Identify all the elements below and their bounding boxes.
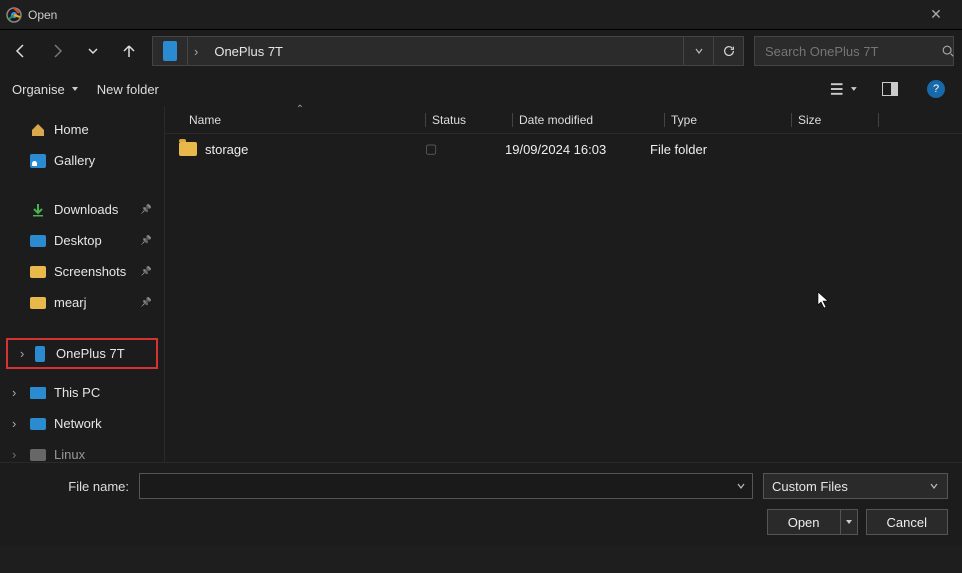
new-folder-label: New folder xyxy=(97,82,159,97)
nav-row: › OnePlus 7T xyxy=(0,30,962,72)
sidebar: Home Gallery Downloads Desktop Screensho… xyxy=(0,106,165,462)
col-date[interactable]: Date modified xyxy=(519,113,664,127)
organise-label: Organise xyxy=(12,82,65,97)
sidebar-item-desktop[interactable]: Desktop xyxy=(0,225,164,256)
open-dropdown[interactable] xyxy=(840,509,858,535)
column-headers: Name⌃ Status Date modified Type Size xyxy=(165,106,962,134)
address-segment-chevron[interactable]: › xyxy=(188,44,204,59)
filetype-label: Custom Files xyxy=(772,479,848,494)
desktop-icon xyxy=(30,233,46,249)
body: Home Gallery Downloads Desktop Screensho… xyxy=(0,106,962,462)
device-icon xyxy=(163,41,177,61)
chrome-icon xyxy=(6,7,22,23)
sidebar-item-home[interactable]: Home xyxy=(0,114,164,145)
sidebar-item-screenshots[interactable]: Screenshots xyxy=(0,256,164,287)
sidebar-label: Screenshots xyxy=(54,264,126,279)
sidebar-item-network[interactable]: Network xyxy=(0,408,164,439)
search-icon xyxy=(941,44,955,58)
device-icon xyxy=(32,346,48,362)
new-folder-button[interactable]: New folder xyxy=(97,82,159,97)
sidebar-label: Gallery xyxy=(54,153,95,168)
folder-icon xyxy=(30,295,46,311)
address-device-chip[interactable] xyxy=(153,37,188,65)
filename-label: File name: xyxy=(14,479,129,494)
view-button[interactable] xyxy=(830,77,858,101)
back-button[interactable] xyxy=(8,38,34,64)
home-icon xyxy=(30,122,46,138)
footer: File name: Custom Files Open Cancel xyxy=(0,462,962,545)
search-input[interactable] xyxy=(765,44,941,59)
open-button-split: Open xyxy=(767,509,858,535)
toolbar: Organise New folder ? xyxy=(0,72,962,106)
download-icon xyxy=(30,202,46,218)
sidebar-label: Downloads xyxy=(54,202,118,217)
recent-dropdown[interactable] xyxy=(80,38,106,64)
file-status: ▢ xyxy=(425,141,505,157)
sidebar-label: Network xyxy=(54,416,102,431)
sidebar-item-downloads[interactable]: Downloads xyxy=(0,194,164,225)
address-bar[interactable]: › OnePlus 7T xyxy=(152,36,744,66)
col-status[interactable]: Status xyxy=(432,113,512,127)
forward-button[interactable] xyxy=(44,38,70,64)
col-type[interactable]: Type xyxy=(671,113,791,127)
file-date: 19/09/2024 16:03 xyxy=(505,142,650,157)
filename-input[interactable] xyxy=(139,473,753,499)
up-button[interactable] xyxy=(116,38,142,64)
folder-icon xyxy=(30,264,46,280)
cursor-icon xyxy=(817,291,831,309)
gallery-icon xyxy=(30,153,46,169)
search-box[interactable] xyxy=(754,36,954,66)
address-dropdown[interactable] xyxy=(683,37,713,65)
organise-button[interactable]: Organise xyxy=(12,82,79,97)
sidebar-label: Desktop xyxy=(54,233,102,248)
file-list: Name⌃ Status Date modified Type Size sto… xyxy=(165,106,962,462)
col-name[interactable]: Name⌃ xyxy=(175,113,425,127)
folder-icon xyxy=(30,447,46,463)
chevron-down-icon xyxy=(929,481,939,491)
sidebar-item-thispc[interactable]: This PC xyxy=(0,377,164,408)
window-title: Open xyxy=(28,8,916,22)
network-icon xyxy=(30,416,46,432)
sidebar-label: Home xyxy=(54,122,89,137)
file-name: storage xyxy=(205,142,248,157)
file-row[interactable]: storage ▢ 19/09/2024 16:03 File folder xyxy=(165,134,962,164)
sidebar-item-gallery[interactable]: Gallery xyxy=(0,145,164,176)
sidebar-item-oneplus[interactable]: OnePlus 7T xyxy=(6,338,158,369)
titlebar: Open ✕ xyxy=(0,0,962,30)
folder-icon xyxy=(179,142,197,156)
help-button[interactable]: ? xyxy=(922,77,950,101)
sidebar-item-linux[interactable]: Linux xyxy=(0,439,164,462)
open-button[interactable]: Open xyxy=(767,509,840,535)
refresh-button[interactable] xyxy=(713,37,743,65)
address-path[interactable]: OnePlus 7T xyxy=(204,44,683,59)
col-size[interactable]: Size xyxy=(798,113,878,127)
sidebar-label: This PC xyxy=(54,385,100,400)
cancel-button[interactable]: Cancel xyxy=(866,509,948,535)
sidebar-label: mearj xyxy=(54,295,87,310)
sidebar-label: Linux xyxy=(54,447,85,462)
close-button[interactable]: ✕ xyxy=(916,6,956,23)
preview-pane-button[interactable] xyxy=(876,77,904,101)
sidebar-label: OnePlus 7T xyxy=(56,346,125,361)
file-type: File folder xyxy=(650,142,770,157)
filename-dropdown[interactable] xyxy=(736,481,746,491)
sort-indicator: ⌃ xyxy=(296,104,304,115)
pc-icon xyxy=(30,385,46,401)
filetype-select[interactable]: Custom Files xyxy=(763,473,948,499)
sidebar-item-mearj[interactable]: mearj xyxy=(0,287,164,318)
